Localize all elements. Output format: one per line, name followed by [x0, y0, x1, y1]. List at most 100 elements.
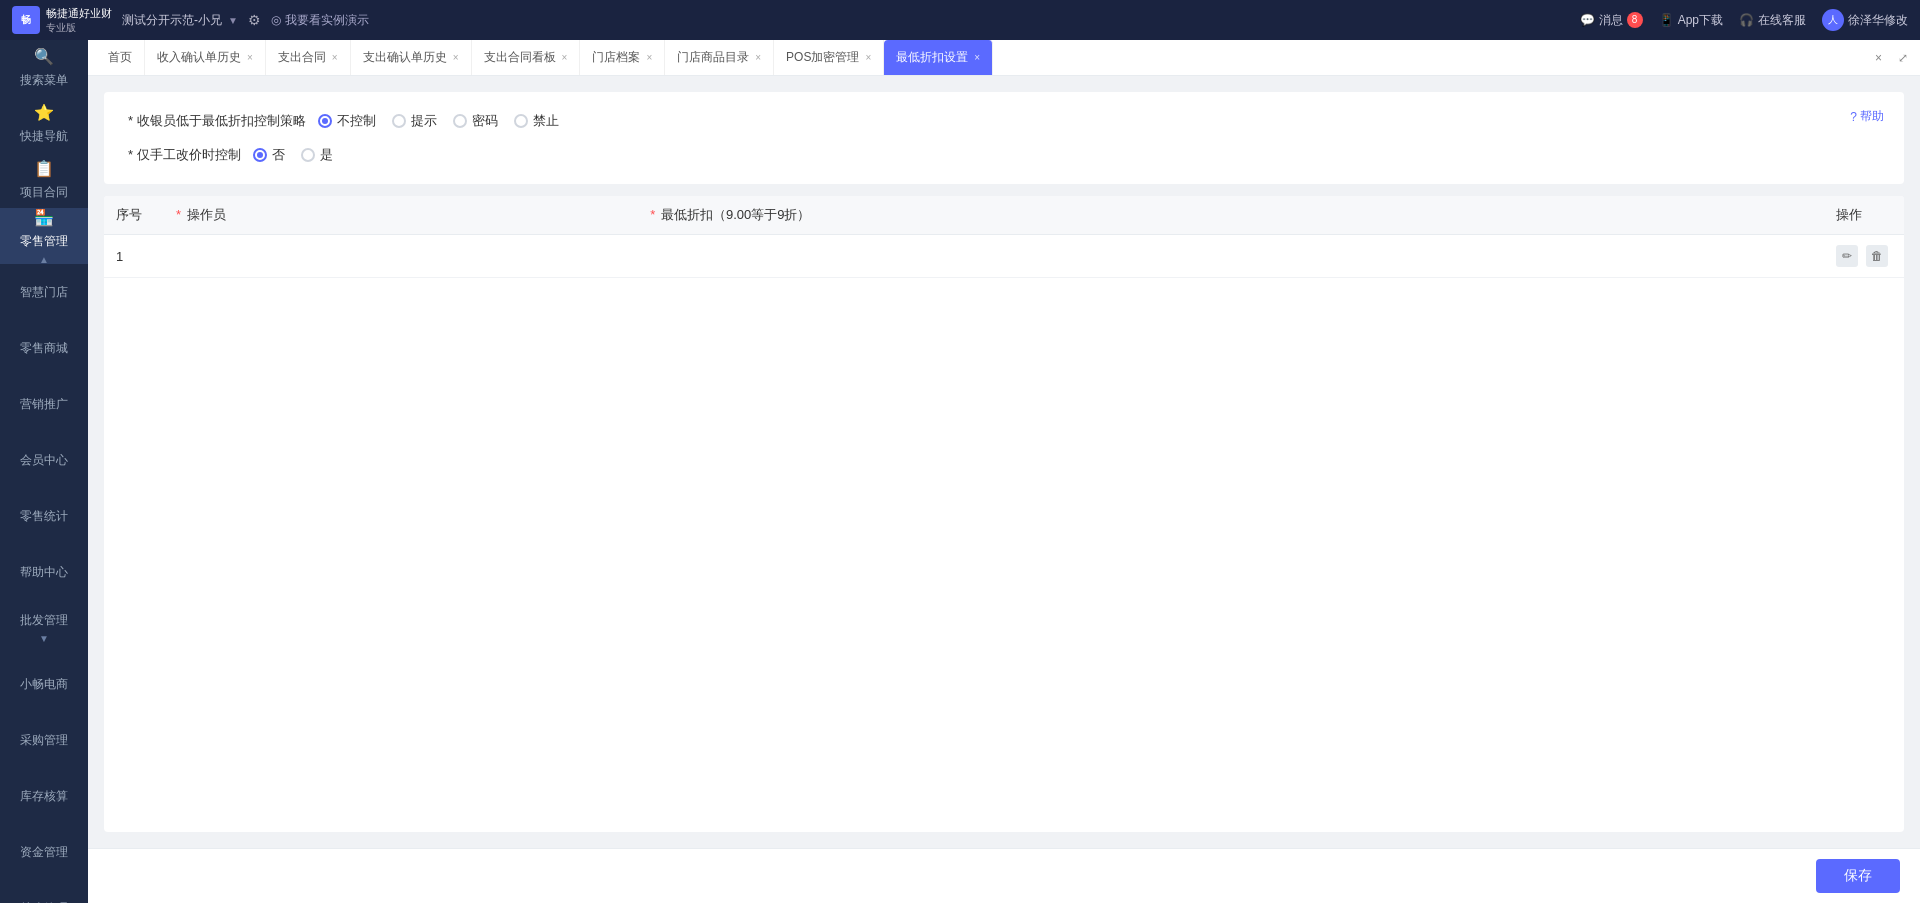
manual-no[interactable]: 否	[253, 146, 285, 164]
sidebar-item-purchase-manage[interactable]: 采购管理	[0, 712, 88, 768]
policy-forbid[interactable]: 禁止	[514, 112, 559, 130]
save-button[interactable]: 保存	[1816, 859, 1900, 893]
policy-no-control-radio[interactable]	[318, 114, 332, 128]
tab-pos-password-close[interactable]: ×	[865, 52, 871, 63]
policy-password[interactable]: 密码	[453, 112, 498, 130]
manual-no-label: 否	[272, 146, 285, 164]
table-body: 1 ✏ 🗑	[104, 235, 1904, 278]
app-info: 畅捷通好业财 专业版	[46, 6, 112, 35]
edit-row-button[interactable]: ✏	[1836, 245, 1858, 267]
col-header-seq: 序号	[104, 196, 164, 235]
tab-min-discount[interactable]: 最低折扣设置 ×	[884, 40, 993, 76]
project-contract-icon: 📋	[34, 159, 54, 178]
policy-forbid-label: 禁止	[533, 112, 559, 130]
demo-text: 我要看实例演示	[285, 12, 369, 29]
wholesale-manage-label: 批发管理	[20, 612, 68, 629]
tab-close-all-button[interactable]: ×	[1871, 49, 1886, 67]
tab-maximize-button[interactable]: ⤢	[1894, 49, 1912, 67]
messages-badge: 8	[1627, 12, 1643, 28]
sidebar-item-marketing[interactable]: 营销推广	[0, 376, 88, 432]
tab-income-confirm-close[interactable]: ×	[247, 52, 253, 63]
col-header-discount: * 最低折扣（9.00等于9折）	[638, 196, 1824, 235]
policy-row: * 收银员低于最低折扣控制策略 不控制 提示 密码	[128, 112, 1880, 130]
demo-icon: ◎	[271, 13, 281, 27]
tab-payment-confirm-close[interactable]: ×	[453, 52, 459, 63]
tab-min-discount-label: 最低折扣设置	[896, 49, 968, 66]
tab-pos-password-label: POS加密管理	[786, 49, 859, 66]
sidebar-item-online-mall[interactable]: 零售商城	[0, 320, 88, 376]
policy-hint[interactable]: 提示	[392, 112, 437, 130]
sidebar-item-member-center[interactable]: 会员中心	[0, 432, 88, 488]
sidebar-item-search-menu[interactable]: 🔍 搜索菜单	[0, 40, 88, 96]
general-ledger-label: 总账管理	[20, 900, 68, 904]
messages-button[interactable]: 💬 消息 8	[1580, 12, 1643, 29]
tab-bar-controls: × ⤢	[1871, 49, 1912, 67]
table-header: 序号 * 操作员 * 最低折扣（9.00等于9折） 操作	[104, 196, 1904, 235]
cell-seq: 1	[104, 235, 164, 278]
topbar-settings-icon[interactable]: ⚙	[248, 12, 261, 28]
tab-payment-contract-label: 支出合同	[278, 49, 326, 66]
policy-no-control[interactable]: 不控制	[318, 112, 376, 130]
tab-store-product-label: 门店商品目录	[677, 49, 749, 66]
col-action-label: 操作	[1836, 207, 1862, 222]
tab-home[interactable]: 首页	[96, 40, 145, 76]
retail-submenu-arrow: ▲	[39, 254, 49, 265]
manual-yes[interactable]: 是	[301, 146, 333, 164]
wholesale-submenu-arrow: ▼	[39, 633, 49, 644]
policy-hint-label: 提示	[411, 112, 437, 130]
delete-icon: 🗑	[1871, 249, 1883, 263]
sidebar: 🔍 搜索菜单 ⭐ 快捷导航 📋 项目合同 🏪 零售管理 ▲ 智慧门店 零售商城 …	[0, 40, 88, 903]
required-star-operator: *	[176, 207, 181, 222]
customer-service-button[interactable]: 🎧 在线客服	[1739, 12, 1806, 29]
demo-link[interactable]: ◎ 我要看实例演示	[271, 12, 369, 29]
sidebar-item-general-ledger[interactable]: 总账管理	[0, 880, 88, 903]
sidebar-item-label: 项目合同	[20, 184, 68, 201]
tab-payment-confirm[interactable]: 支出确认单历史 ×	[351, 40, 472, 76]
policy-password-radio[interactable]	[453, 114, 467, 128]
sidebar-item-project-contract[interactable]: 📋 项目合同	[0, 152, 88, 208]
sidebar-item-help-center[interactable]: 帮助中心	[0, 544, 88, 600]
tab-payment-board[interactable]: 支出合同看板 ×	[472, 40, 581, 76]
tab-payment-contract-close[interactable]: ×	[332, 52, 338, 63]
delete-row-button[interactable]: 🗑	[1866, 245, 1888, 267]
sidebar-item-label: 快捷导航	[20, 128, 68, 145]
cell-action: ✏ 🗑	[1824, 235, 1904, 278]
manual-yes-radio[interactable]	[301, 148, 315, 162]
policy-hint-radio[interactable]	[392, 114, 406, 128]
policy-forbid-radio[interactable]	[514, 114, 528, 128]
logo-icon: 畅	[12, 6, 40, 34]
sidebar-item-smart-store[interactable]: 智慧门店	[0, 264, 88, 320]
sidebar-item-retail-stats[interactable]: 零售统计	[0, 488, 88, 544]
sidebar-item-quick-nav[interactable]: ⭐ 快捷导航	[0, 96, 88, 152]
app-download-button[interactable]: 📱 App下载	[1659, 12, 1723, 29]
col-seq-label: 序号	[116, 207, 142, 222]
manual-no-radio[interactable]	[253, 148, 267, 162]
top-bar-right: 💬 消息 8 📱 App下载 🎧 在线客服 人 徐泽华修改	[1580, 9, 1908, 31]
cell-operator	[164, 235, 638, 278]
tab-store-product[interactable]: 门店商品目录 ×	[665, 40, 774, 76]
manual-row: * 仅手工改价时控制 否 是	[128, 146, 1880, 164]
sidebar-item-wholesale-manage[interactable]: 批发管理 ▼	[0, 600, 88, 656]
sidebar-item-ecommerce[interactable]: 小畅电商	[0, 656, 88, 712]
member-center-label: 会员中心	[20, 452, 68, 469]
tab-store-archive[interactable]: 门店档案 ×	[580, 40, 665, 76]
tab-payment-board-close[interactable]: ×	[562, 52, 568, 63]
policy-radio-group: 不控制 提示 密码 禁止	[318, 112, 559, 130]
tab-payment-contract[interactable]: 支出合同 ×	[266, 40, 351, 76]
project-dropdown-arrow: ▼	[228, 15, 238, 26]
search-menu-icon: 🔍	[34, 47, 54, 66]
sidebar-item-finance[interactable]: 资金管理	[0, 824, 88, 880]
tab-income-confirm[interactable]: 收入确认单历史 ×	[145, 40, 266, 76]
tab-store-archive-close[interactable]: ×	[646, 52, 652, 63]
help-link[interactable]: ? 帮助	[1850, 108, 1884, 125]
page-content: ? 帮助 * 收银员低于最低折扣控制策略 不控制 提示	[88, 76, 1920, 848]
tab-min-discount-close[interactable]: ×	[974, 52, 980, 63]
tab-store-product-close[interactable]: ×	[755, 52, 761, 63]
sidebar-item-inventory[interactable]: 库存核算	[0, 768, 88, 824]
form-card: ? 帮助 * 收银员低于最低折扣控制策略 不控制 提示	[104, 92, 1904, 184]
user-menu[interactable]: 人 徐泽华修改	[1822, 9, 1908, 31]
project-selector[interactable]: 测试分开示范-小兄 ▼	[122, 12, 238, 29]
tab-pos-password[interactable]: POS加密管理 ×	[774, 40, 884, 76]
sidebar-item-retail-manage[interactable]: 🏪 零售管理 ▲	[0, 208, 88, 264]
content-area: 首页 收入确认单历史 × 支出合同 × 支出确认单历史 × 支出合同看板 × 门…	[88, 40, 1920, 903]
